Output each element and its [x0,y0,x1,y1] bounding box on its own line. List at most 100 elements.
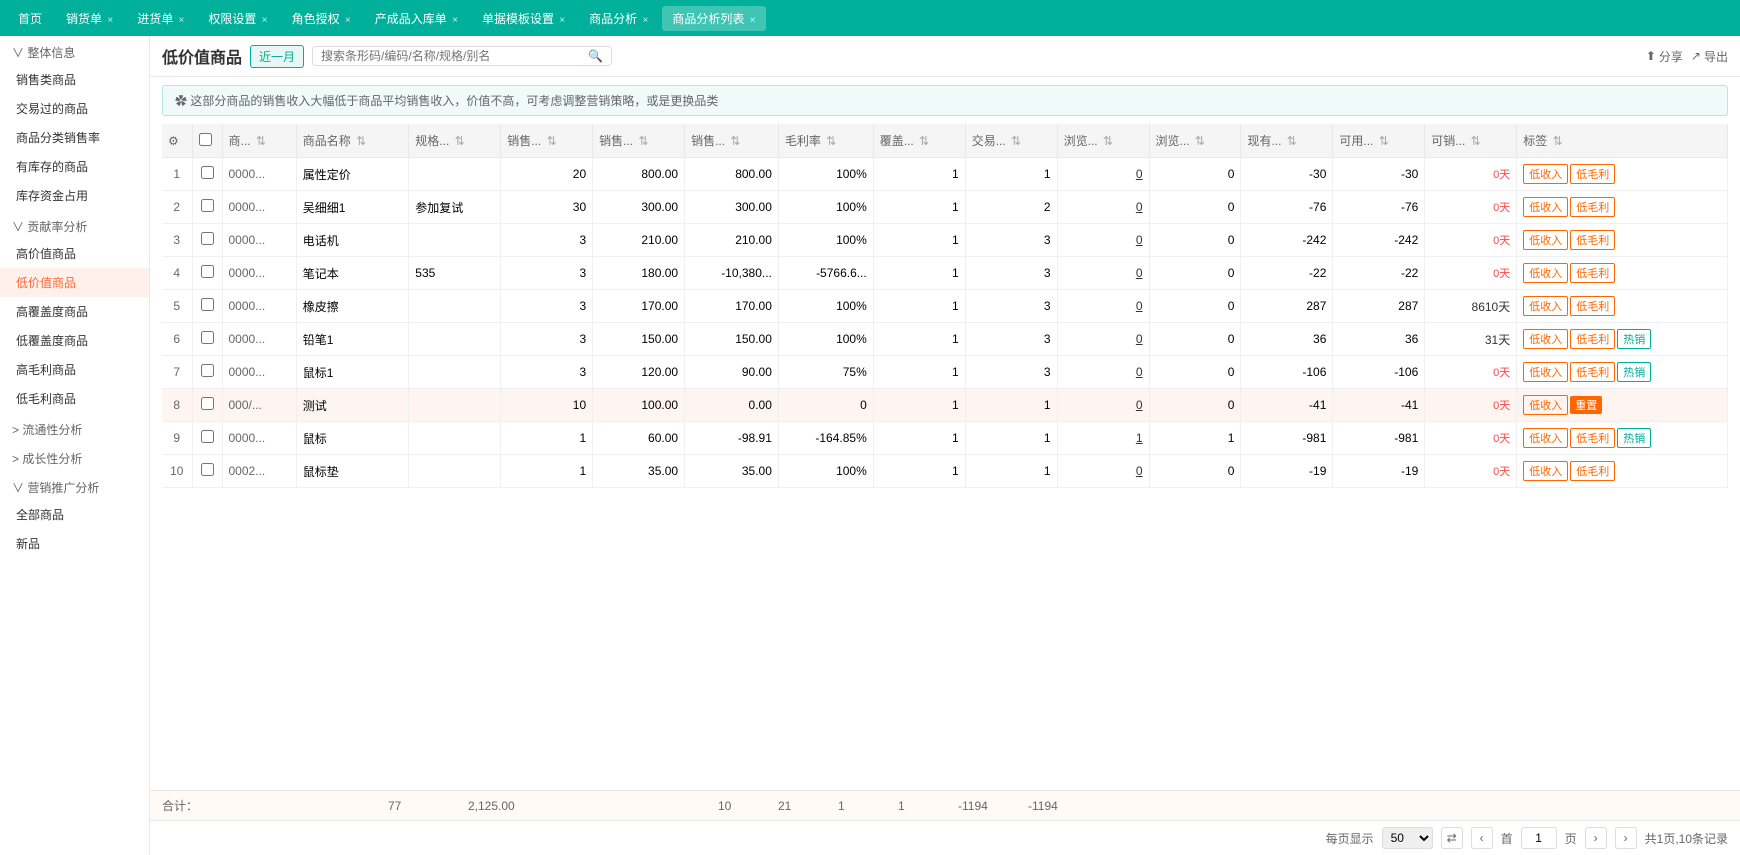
col-stock[interactable]: 现有... ⇅ [1241,124,1333,158]
col-spec[interactable]: 规格... ⇅ [409,124,501,158]
close-analysis-icon[interactable]: × [642,15,648,26]
row-checkbox[interactable] [201,199,214,212]
row-checkbox-cell[interactable] [192,257,222,290]
col-name[interactable]: 商品名称 ⇅ [296,124,409,158]
col-avail[interactable]: 可用... ⇅ [1333,124,1425,158]
close-product-icon[interactable]: × [452,15,458,26]
row-checkbox-cell[interactable] [192,224,222,257]
sidebar-item-low-coverage[interactable]: 低覆盖度商品 [0,326,149,355]
browse1-link[interactable]: 0 [1136,464,1143,478]
browse1-link[interactable]: 0 [1136,266,1143,280]
sidebar-item-stock-goods[interactable]: 有库存的商品 [0,152,149,181]
col-checkbox[interactable] [192,124,222,158]
per-page-select[interactable]: 50 100 200 [1382,827,1433,849]
row-browse1[interactable]: 0 [1057,224,1149,257]
row-browse1[interactable]: 0 [1057,191,1149,224]
search-box[interactable]: 🔍 [312,46,612,66]
nav-item-analysis-list[interactable]: 商品分析列表 × [662,6,765,31]
close-permission-icon[interactable]: × [262,15,268,26]
row-checkbox-cell[interactable] [192,389,222,422]
nav-item-permission[interactable]: 权限设置 × [198,6,277,31]
col-trade[interactable]: 交易... ⇅ [965,124,1057,158]
col-sale2[interactable]: 销售... ⇅ [685,124,779,158]
row-checkbox-cell[interactable] [192,158,222,191]
col-cover[interactable]: 覆盖... ⇅ [873,124,965,158]
nav-item-template[interactable]: 单据模板设置 × [472,6,575,31]
close-sales-icon[interactable]: × [107,15,113,26]
col-browse1[interactable]: 浏览... ⇅ [1057,124,1149,158]
nav-item-sales[interactable]: 销货单 × [56,6,123,31]
row-browse1[interactable]: 0 [1057,158,1149,191]
row-checkbox-cell[interactable] [192,290,222,323]
sidebar-item-all-goods[interactable]: 全部商品 [0,500,149,529]
sidebar-item-traded[interactable]: 交易过的商品 [0,94,149,123]
col-sale-qty[interactable]: 销售... ⇅ [501,124,593,158]
select-all-checkbox[interactable] [199,133,212,146]
row-browse1[interactable]: 0 [1057,257,1149,290]
close-template-icon[interactable]: × [559,15,565,26]
close-purchase-icon[interactable]: × [179,15,185,26]
browse1-link[interactable]: 0 [1136,299,1143,313]
nav-item-home[interactable]: 首页 [8,6,52,31]
sidebar-item-sales-goods[interactable]: 销售类商品 [0,65,149,94]
row-checkbox[interactable] [201,463,214,476]
sidebar-item-high-margin[interactable]: 高毛利商品 [0,355,149,384]
browse1-link[interactable]: 0 [1136,200,1143,214]
nav-item-purchase[interactable]: 进货单 × [127,6,194,31]
nav-item-analysis[interactable]: 商品分析 × [579,6,658,31]
filter-button[interactable]: 近一月 [250,45,304,68]
row-browse1[interactable]: 0 [1057,455,1149,488]
row-browse1[interactable]: 1 [1057,422,1149,455]
row-checkbox[interactable] [201,298,214,311]
col-code[interactable]: 商... ⇅ [222,124,296,158]
search-icon[interactable]: 🔍 [588,49,603,63]
export-button[interactable]: ↗ 导出 [1691,48,1728,65]
row-checkbox-cell[interactable] [192,191,222,224]
col-tags[interactable]: 标签 ⇅ [1517,124,1728,158]
sidebar-item-low-margin[interactable]: 低毛利商品 [0,384,149,413]
sidebar-item-category-rate[interactable]: 商品分类销售率 [0,123,149,152]
browse1-link[interactable]: 0 [1136,167,1143,181]
col-browse2[interactable]: 浏览... ⇅ [1149,124,1241,158]
search-input[interactable] [321,49,584,63]
row-browse1[interactable]: 0 [1057,323,1149,356]
row-checkbox-cell[interactable] [192,323,222,356]
sidebar-item-new-goods[interactable]: 新品 [0,529,149,558]
row-browse1[interactable]: 0 [1057,290,1149,323]
col-gross[interactable]: 毛利率 ⇅ [778,124,873,158]
row-checkbox[interactable] [201,430,214,443]
sidebar-item-high-coverage[interactable]: 高覆盖度商品 [0,297,149,326]
table-container[interactable]: ⚙ 商... ⇅ 商品名称 ⇅ 规格... ⇅ 销售... ⇅ 销售... ⇅ … [150,124,1740,790]
browse1-link[interactable]: 0 [1136,233,1143,247]
row-checkbox[interactable] [201,397,214,410]
share-button[interactable]: ⬆ 分享 [1646,48,1683,65]
sidebar-section-circulation[interactable]: > 流通性分析 [0,413,149,442]
row-checkbox-cell[interactable] [192,455,222,488]
browse1-link[interactable]: 0 [1136,332,1143,346]
browse1-link[interactable]: 0 [1136,398,1143,412]
row-checkbox[interactable] [201,265,214,278]
col-settings[interactable]: ⚙ [162,124,192,158]
row-browse1[interactable]: 0 [1057,356,1149,389]
row-checkbox[interactable] [201,232,214,245]
sidebar-item-high-value[interactable]: 高价值商品 [0,239,149,268]
row-browse1[interactable]: 0 [1057,389,1149,422]
sidebar-section-contribution[interactable]: ∨ 贡献率分析 [0,210,149,239]
col-sale1[interactable]: 销售... ⇅ [593,124,685,158]
last-page-button[interactable]: › [1615,827,1637,849]
close-analysis-list-icon[interactable]: × [750,15,756,26]
row-checkbox[interactable] [201,331,214,344]
sidebar-section-marketing[interactable]: ∨ 营销推广分析 [0,471,149,500]
first-page-button[interactable]: ⇄ [1441,827,1463,849]
close-role-icon[interactable]: × [345,15,351,26]
nav-item-role[interactable]: 角色授权 × [282,6,361,31]
next-page-button[interactable]: › [1585,827,1607,849]
prev-page-button[interactable]: ‹ [1471,827,1493,849]
browse1-link[interactable]: 0 [1136,365,1143,379]
sidebar-section-overall[interactable]: ∨ 整体信息 [0,36,149,65]
row-checkbox[interactable] [201,364,214,377]
col-sellable[interactable]: 可销... ⇅ [1425,124,1517,158]
nav-item-product[interactable]: 产成品入库单 × [365,6,468,31]
sidebar-section-growth[interactable]: > 成长性分析 [0,442,149,471]
row-checkbox[interactable] [201,166,214,179]
